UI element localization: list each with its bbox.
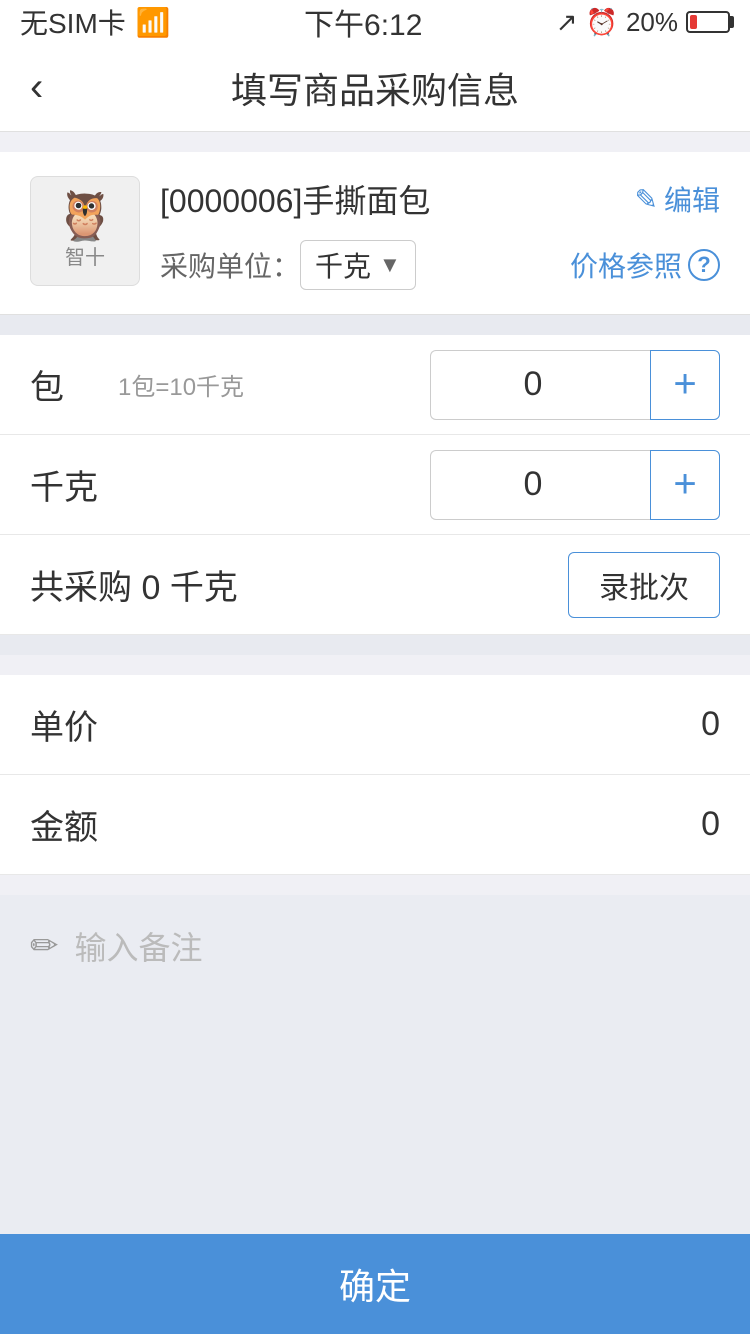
kg-qty-input[interactable] xyxy=(430,450,650,520)
section-divider-2 xyxy=(0,635,750,655)
total-row: 共采购 0 千克 录批次 xyxy=(0,535,750,635)
total-text: 共采购 0 千克 xyxy=(30,560,238,609)
product-name-row: [0000006]手撕面包 ✎ 编辑 xyxy=(160,176,720,222)
unit-price-row: 单价 0 xyxy=(0,675,750,775)
status-time: 下午6:12 xyxy=(304,0,422,44)
status-bar: 无SIM卡 📶 下午6:12 ↗ ⏰ 20% xyxy=(0,0,750,44)
amount-label: 金额 xyxy=(30,800,98,849)
kg-plus-button[interactable]: + xyxy=(650,450,720,520)
price-section: 单价 0 金额 0 xyxy=(0,675,750,875)
kg-label: 千克 xyxy=(30,460,110,509)
total-label: 共采购 xyxy=(30,569,141,607)
unit-row: 采购单位： 千克 ▼ 价格参照 ? xyxy=(160,240,720,290)
note-placeholder: 输入备注 xyxy=(75,923,203,969)
alarm-icon: ⏰ xyxy=(586,7,618,38)
unit-selector[interactable]: 千克 ▼ xyxy=(300,240,416,290)
bag-qty-input[interactable] xyxy=(430,350,650,420)
kg-field-group: + xyxy=(430,450,720,520)
confirm-button[interactable]: 确定 xyxy=(339,1258,411,1310)
edit-button[interactable]: ✎ 编辑 xyxy=(635,179,720,219)
amount-row: 金额 0 xyxy=(0,775,750,875)
amount-value: 0 xyxy=(701,805,720,844)
bag-label: 包 xyxy=(30,360,110,409)
product-logo-text: 智十 xyxy=(55,241,115,270)
kg-input-row: 千克 + xyxy=(0,435,750,535)
note-section[interactable]: ✏ 输入备注 xyxy=(0,895,750,997)
bag-input-row: 包 1包=10千克 + xyxy=(0,335,750,435)
location-icon: ↗ xyxy=(556,7,578,38)
nav-bar: ‹ 填写商品采购信息 xyxy=(0,44,750,132)
unit-price-value: 0 xyxy=(701,705,720,744)
wifi-icon: 📶 xyxy=(136,6,171,39)
product-name: [0000006]手撕面包 xyxy=(160,176,430,222)
battery-icon xyxy=(686,11,730,33)
section-divider-1 xyxy=(0,315,750,335)
price-ref-label: 价格参照 xyxy=(570,245,682,285)
page-title: 填写商品采购信息 xyxy=(231,62,519,114)
back-button[interactable]: ‹ xyxy=(30,65,43,110)
bag-plus-button[interactable]: + xyxy=(650,350,720,420)
help-icon: ? xyxy=(688,249,720,281)
product-card: 🦉 智十 [0000006]手撕面包 ✎ 编辑 采购单位： 千克 ▼ 价格参照 … xyxy=(0,152,750,315)
unit-price-label: 单价 xyxy=(30,700,98,749)
carrier-text: 无SIM卡 xyxy=(20,2,126,42)
product-thumbnail: 🦉 智十 xyxy=(30,176,140,286)
edit-icon: ✎ xyxy=(635,183,658,216)
pencil-icon: ✏ xyxy=(30,926,59,966)
bag-field-group: + xyxy=(430,350,720,420)
unit-value: 千克 xyxy=(315,245,371,285)
battery-percent: 20% xyxy=(626,7,678,38)
edit-label: 编辑 xyxy=(664,179,720,219)
product-info: [0000006]手撕面包 ✎ 编辑 采购单位： 千克 ▼ 价格参照 ? xyxy=(160,176,720,290)
input-section: 包 1包=10千克 + 千克 + 共采购 0 千克 录批次 xyxy=(0,335,750,635)
total-value: 0 xyxy=(141,569,169,607)
status-left: 无SIM卡 📶 xyxy=(20,2,171,42)
bag-sublabel: 1包=10千克 xyxy=(118,367,430,402)
status-right: ↗ ⏰ 20% xyxy=(556,7,730,38)
confirm-bar[interactable]: 确定 xyxy=(0,1234,750,1334)
unit-label: 采购单位： xyxy=(160,245,300,285)
batch-button[interactable]: 录批次 xyxy=(568,552,720,618)
price-ref-button[interactable]: 价格参照 ? xyxy=(570,245,720,285)
product-logo-icon: 🦉 xyxy=(55,193,115,241)
total-unit: 千克 xyxy=(170,569,238,607)
unit-dropdown-icon: ▼ xyxy=(379,252,401,278)
